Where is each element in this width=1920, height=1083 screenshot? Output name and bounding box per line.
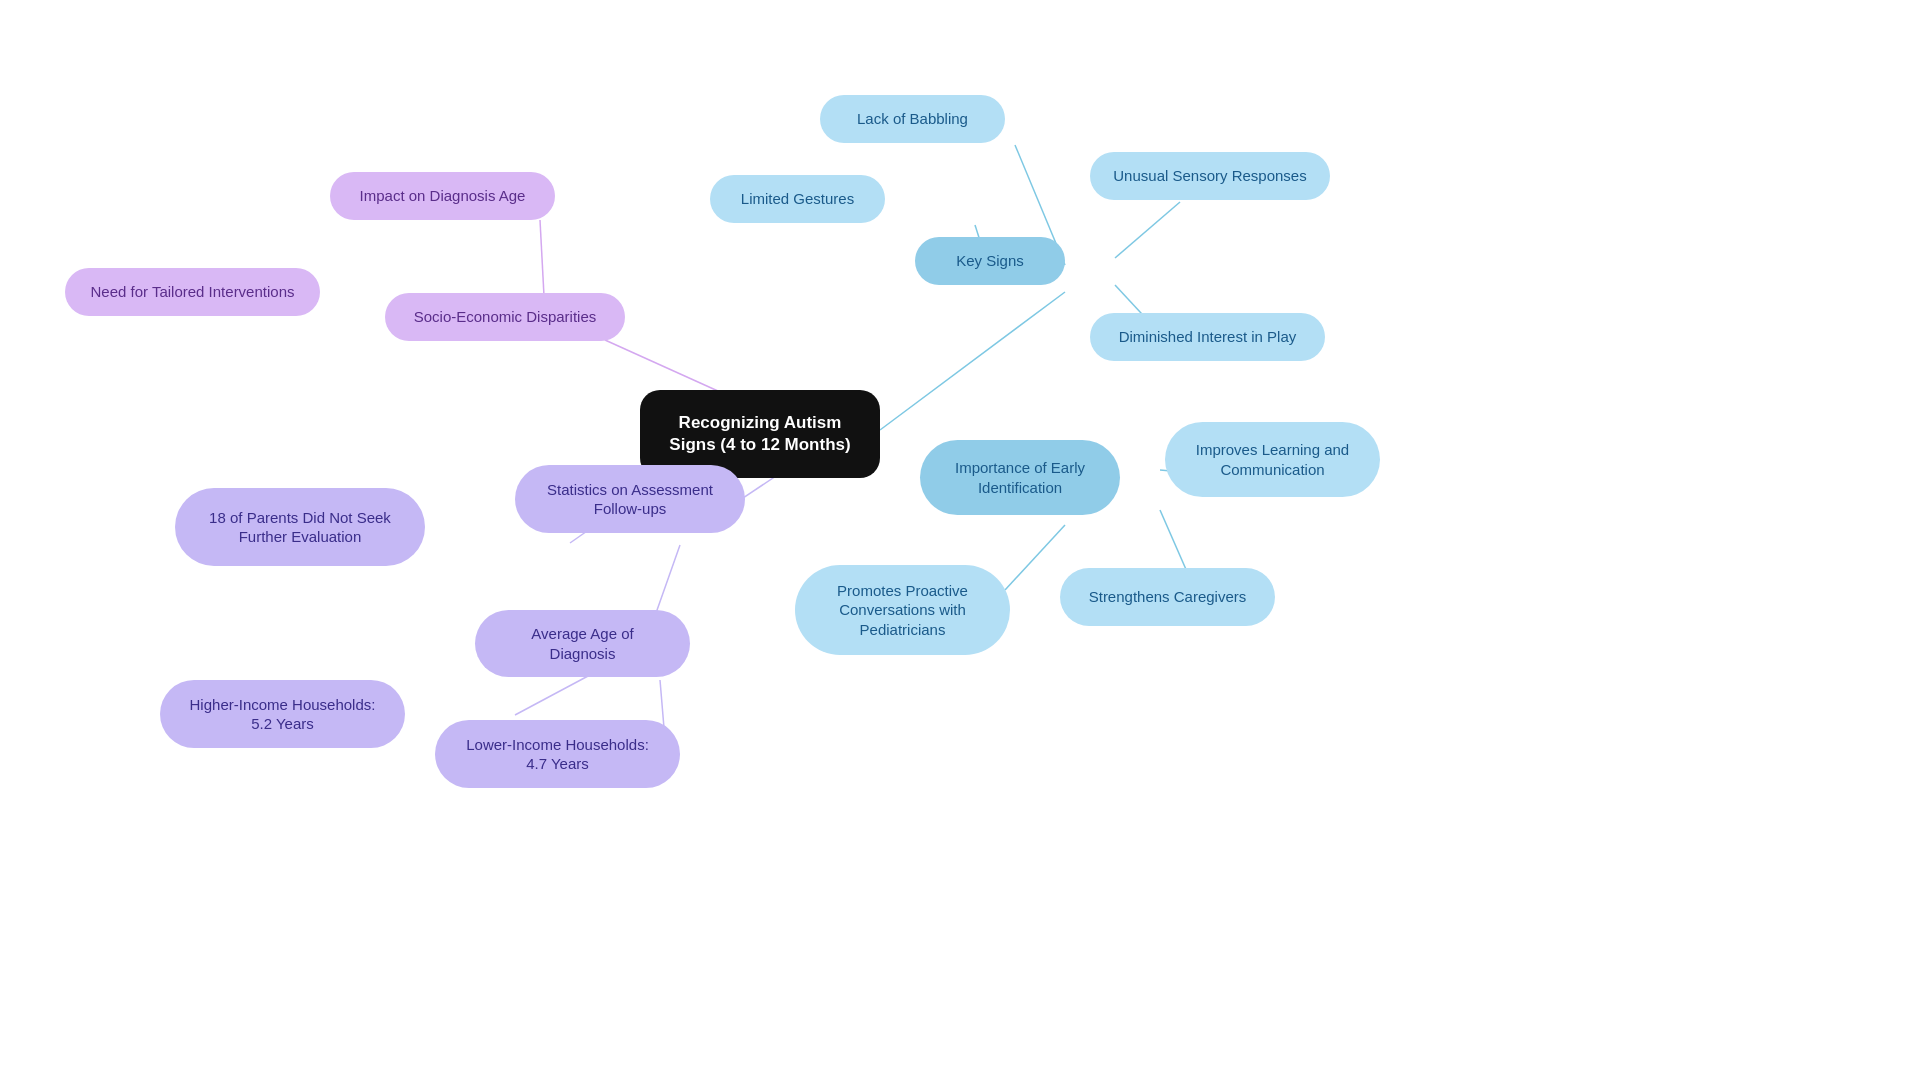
higher-income-node: Higher-Income Households: 5.2 Years	[160, 680, 405, 748]
limited-gestures-node: Limited Gestures	[710, 175, 885, 223]
key-signs-node: Key Signs	[915, 237, 1065, 285]
lack-babbling-node: Lack of Babbling	[820, 95, 1005, 143]
improves-learning-node: Improves Learning and Communication	[1165, 422, 1380, 497]
socio-economic-node: Socio-Economic Disparities	[385, 293, 625, 341]
lower-income-node: Lower-Income Households: 4.7 Years	[435, 720, 680, 788]
unusual-sensory-node: Unusual Sensory Responses	[1090, 152, 1330, 200]
importance-early-node: Importance of Early Identification	[920, 440, 1120, 515]
average-age-node: Average Age of Diagnosis	[475, 610, 690, 677]
svg-line-2	[1115, 202, 1180, 258]
impact-diagnosis-node: Impact on Diagnosis Age	[330, 172, 555, 220]
strengthens-caregivers-node: Strengthens Caregivers	[1060, 568, 1275, 626]
mindmap-container: Recognizing Autism Signs (4 to 12 Months…	[0, 0, 1920, 1083]
svg-line-7	[1005, 525, 1065, 590]
statistics-assessment-node: Statistics on Assessment Follow-ups	[515, 465, 745, 533]
need-tailored-node: Need for Tailored Interventions	[65, 268, 320, 316]
promotes-proactive-node: Promotes Proactive Conversations with Pe…	[795, 565, 1010, 655]
diminished-interest-node: Diminished Interest in Play	[1090, 313, 1325, 361]
parents-did-not-node: 18 of Parents Did Not Seek Further Evalu…	[175, 488, 425, 566]
svg-line-0	[880, 292, 1065, 430]
